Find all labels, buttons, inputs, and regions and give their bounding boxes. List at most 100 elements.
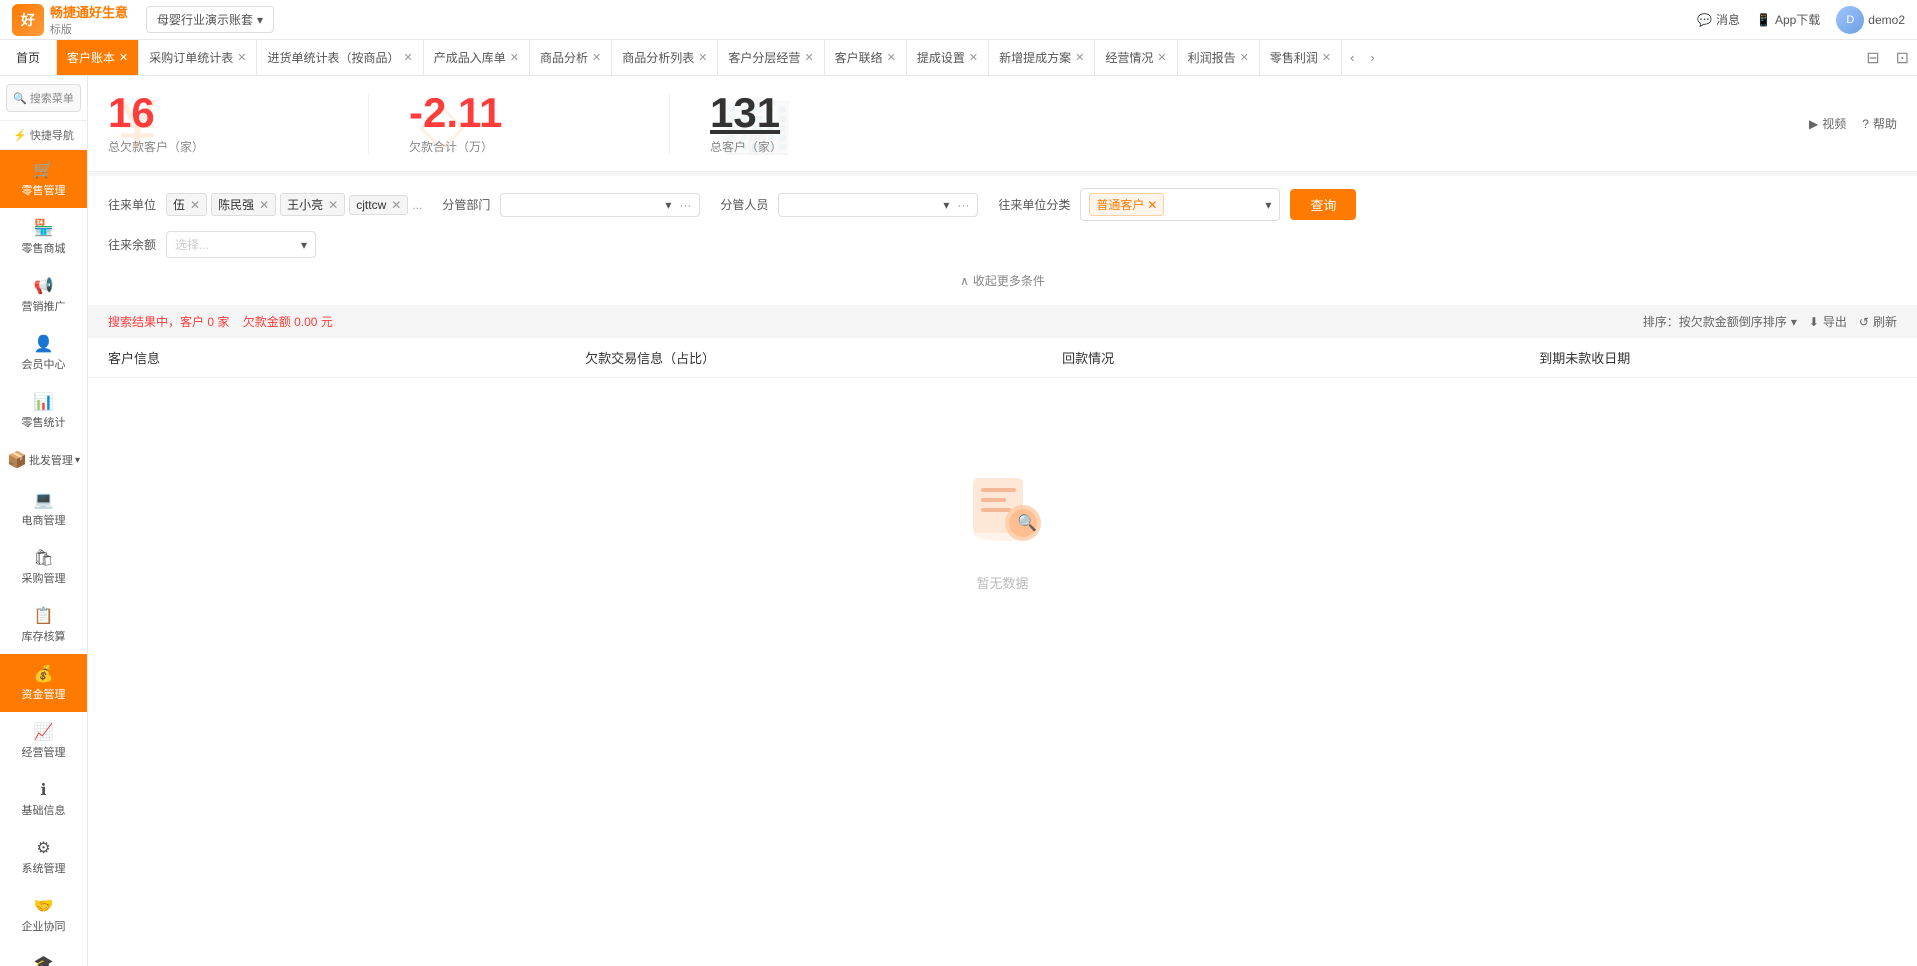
tab-purchase-stats[interactable]: 采购订单统计表 ✕	[139, 40, 257, 76]
tab-product-analysis-list[interactable]: 商品分析列表 ✕	[612, 40, 718, 76]
tab-add-commission-label: 新增提成方案	[999, 49, 1071, 66]
sidebar-item-marketing[interactable]: 📢 营销推广	[0, 266, 87, 324]
new-guide-icon: 🎓	[34, 954, 54, 966]
filter-tag-wang-label: 王小亮	[287, 196, 323, 213]
tab-profit-report-close[interactable]: ✕	[1240, 51, 1249, 64]
tab-add-commission-close[interactable]: ✕	[1075, 51, 1084, 64]
tab-purchase-by-product-close[interactable]: ✕	[404, 51, 413, 64]
sidebar-item-purchase[interactable]: 🛍 采购管理	[0, 538, 87, 596]
unit-category-select[interactable]: 普通客户 ✕ ▾	[1080, 188, 1280, 221]
tab-more-btn[interactable]: ‹	[1342, 50, 1362, 65]
sort-btn[interactable]: 排序：按欠款金额倒序排序 ▾	[1643, 313, 1797, 330]
sidebar-item-inventory[interactable]: 📋 库存核算	[0, 596, 87, 654]
store-selector[interactable]: 母婴行业演示账套 ▾	[146, 6, 274, 33]
tab-customer-tier-close[interactable]: ✕	[804, 51, 813, 64]
filter-tag-wu-close[interactable]: ✕	[190, 198, 200, 212]
tab-customer-ledger-close[interactable]: ✕	[119, 51, 128, 64]
app-download-btn[interactable]: 📱 App下载	[1756, 11, 1820, 28]
filter-more-btn[interactable]: ...	[412, 198, 422, 212]
filter-tag-wang-close[interactable]: ✕	[328, 198, 338, 212]
filter-row-1: 往来单位 伍 ✕ 陈民强 ✕ 王小亮 ✕ cjttcw	[108, 188, 1897, 221]
sidebar-item-new-guide[interactable]: 🎓 新手引导	[0, 944, 87, 966]
tab-product-analysis-label: 商品分析	[540, 49, 588, 66]
sidebar-item-retail-mgmt[interactable]: 🛒 零售管理	[0, 150, 87, 208]
message-btn[interactable]: 💬 消息	[1697, 11, 1740, 28]
tab-retail-profit[interactable]: 零售利润 ✕	[1260, 40, 1342, 76]
avatar: D	[1836, 6, 1864, 34]
collapse-btn[interactable]: ∧ 收起更多条件	[108, 268, 1897, 293]
department-more-btn[interactable]: ···	[679, 198, 691, 212]
sidebar-item-basic-info[interactable]: ℹ 基础信息	[0, 770, 87, 828]
stat-total-customers-value: 16	[108, 92, 204, 134]
stat-total-debt-content: -2.11 欠款合计（万）	[409, 92, 502, 155]
tab-finished-goods-close[interactable]: ✕	[510, 51, 519, 64]
table-header: 客户信息 欠款交易信息（占比） 回款情况 到期未款收日期	[88, 338, 1917, 378]
member-center-label: 会员中心	[22, 356, 66, 372]
sidebar-item-retail-stats[interactable]: 📊 零售统计	[0, 382, 87, 440]
quick-nav-btn[interactable]: ⚡ 快捷导航	[0, 121, 87, 150]
tab-product-analysis-close[interactable]: ✕	[592, 51, 601, 64]
tab-forward-btn[interactable]: ›	[1362, 50, 1382, 65]
department-filter-label: 分管部门	[442, 196, 490, 213]
logo-icon: 好	[12, 4, 44, 36]
tab-add-commission[interactable]: 新增提成方案 ✕	[989, 40, 1095, 76]
sidebar-item-member-center[interactable]: 👤 会员中心	[0, 324, 87, 382]
tab-home[interactable]: 首页	[0, 40, 57, 76]
marketing-label: 营销推广	[22, 298, 66, 314]
refresh-label: 刷新	[1873, 313, 1897, 330]
sidebar-item-operations[interactable]: 📈 经营管理	[0, 712, 87, 770]
results-count-unit: 家	[217, 315, 229, 329]
refresh-btn[interactable]: ↺ 刷新	[1859, 313, 1897, 330]
sidebar-item-enterprise-collab[interactable]: 🤝 企业协同	[0, 886, 87, 944]
logo-text: 畅捷通好生意	[50, 2, 128, 21]
tab-customer-contact-close[interactable]: ✕	[887, 51, 896, 64]
filter-tag-chen-label: 陈民强	[218, 196, 254, 213]
tab-purchase-stats-close[interactable]: ✕	[237, 51, 246, 64]
store-name: 母婴行业演示账套	[157, 11, 253, 28]
person-select[interactable]: ▾ ···	[778, 193, 978, 217]
search-menu-btn[interactable]: 🔍 搜索菜单	[6, 84, 81, 112]
tab-commission-settings[interactable]: 提成设置 ✕	[907, 40, 989, 76]
tab-business-status-close[interactable]: ✕	[1157, 51, 1166, 64]
tab-profit-report[interactable]: 利润报告 ✕	[1178, 40, 1260, 76]
tab-customer-ledger[interactable]: 客户账本 ✕	[57, 40, 139, 76]
sidebar-item-ecommerce[interactable]: 💻 电商管理	[0, 480, 87, 538]
wholesale-mgmt-label: 批发管理	[29, 452, 73, 468]
tab-business-status[interactable]: 经营情况 ✕	[1095, 40, 1177, 76]
tab-product-analysis[interactable]: 商品分析 ✕	[530, 40, 612, 76]
export-btn[interactable]: ⬇ 导出	[1809, 313, 1847, 330]
tab-product-analysis-list-close[interactable]: ✕	[698, 51, 707, 64]
balance-select[interactable]: 选择... ▾	[166, 231, 316, 258]
video-btn[interactable]: ▶ 视频	[1809, 115, 1846, 132]
user-menu[interactable]: D demo2	[1836, 6, 1905, 34]
tab-expand-btn[interactable]: ⊡	[1888, 48, 1917, 68]
wholesale-mgmt-icon: 📦	[7, 450, 27, 470]
sidebar-item-wholesale-mgmt[interactable]: 📦 批发管理 ▾	[0, 440, 87, 480]
tab-customer-tier-label: 客户分层经营	[728, 49, 800, 66]
tab-purchase-by-product[interactable]: 进货单统计表（按商品） ✕	[257, 40, 423, 76]
unit-category-tag-close[interactable]: ✕	[1147, 198, 1157, 212]
results-prefix: 搜索结果中，客户	[108, 315, 204, 329]
stat-total-customers-content: 16 总欠款客户（家）	[108, 92, 204, 155]
person-more-btn[interactable]: ···	[957, 198, 969, 212]
tab-customer-tier[interactable]: 客户分层经营 ✕	[718, 40, 824, 76]
sidebar-item-system[interactable]: ⚙ 系统管理	[0, 828, 87, 886]
tab-retail-profit-close[interactable]: ✕	[1322, 51, 1331, 64]
tab-actions: ⊟ ⊡	[1858, 48, 1917, 68]
help-btn[interactable]: ? 帮助	[1862, 115, 1897, 132]
tab-customer-contact[interactable]: 客户联络 ✕	[825, 40, 907, 76]
tab-minimize-btn[interactable]: ⊟	[1858, 48, 1887, 68]
sidebar-item-finance[interactable]: 💰 资金管理	[0, 654, 87, 712]
unit-category-select-arrow: ▾	[1265, 198, 1271, 212]
query-btn[interactable]: 查询	[1290, 189, 1356, 220]
inventory-label: 库存核算	[22, 628, 66, 644]
tab-finished-goods[interactable]: 产成品入库单 ✕	[424, 40, 530, 76]
stat-total-customers2-content: 131 总客户（家）	[710, 92, 782, 155]
video-icon: ▶	[1809, 117, 1818, 131]
filter-tag-chen-close[interactable]: ✕	[259, 198, 269, 212]
purchase-label: 采购管理	[22, 570, 66, 586]
filter-tag-cjttcw-close[interactable]: ✕	[391, 198, 401, 212]
tab-commission-settings-close[interactable]: ✕	[969, 51, 978, 64]
department-select[interactable]: ▾ ···	[500, 193, 700, 217]
sidebar-item-retail-shop[interactable]: 🏪 零售商城	[0, 208, 87, 266]
